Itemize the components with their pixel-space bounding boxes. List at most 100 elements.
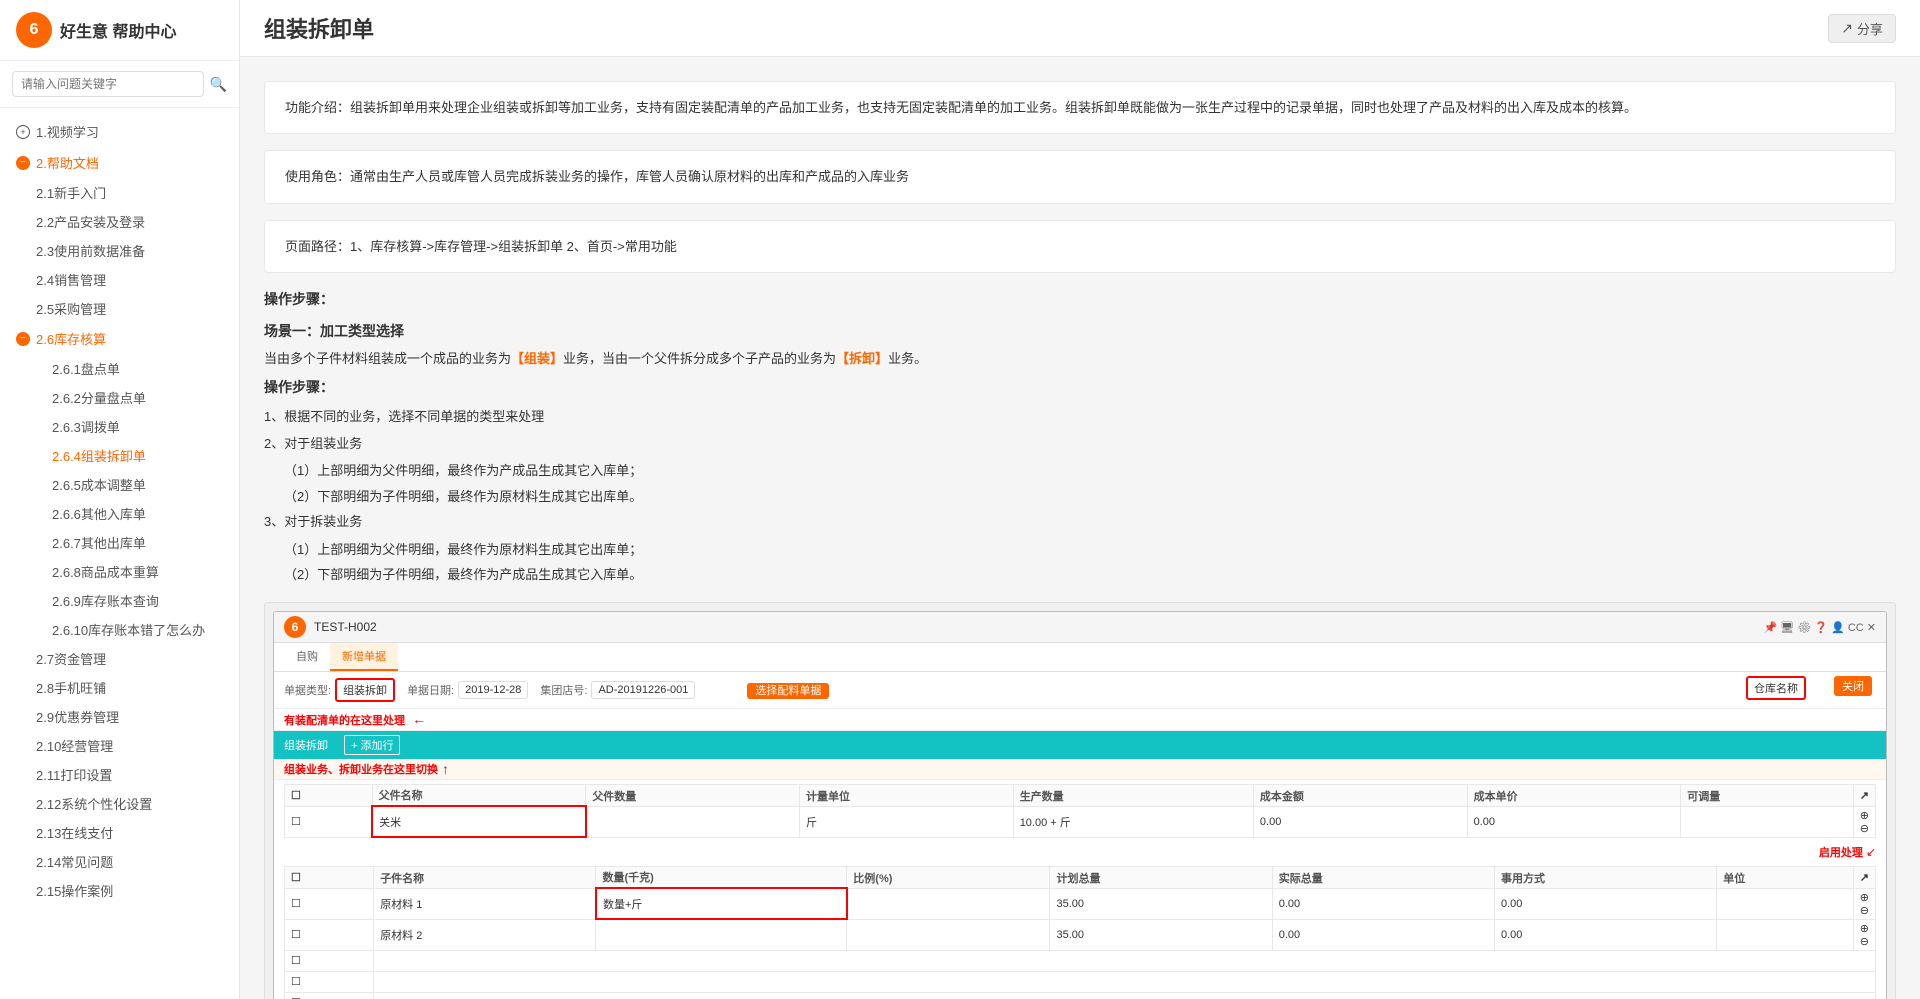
mock-section-header: 组装拆卸 + 添加行	[274, 731, 1886, 759]
path-text: 页面路径：1、库存核算->库存管理->组装拆卸单 2、首页->常用功能	[285, 235, 1875, 258]
sidebar-item-sales[interactable]: 2.4销售管理	[0, 265, 239, 294]
sidebar-item-coupon[interactable]: 2.9优惠券管理	[0, 702, 239, 731]
sidebar-item-print[interactable]: 2.11打印设置	[0, 760, 239, 789]
sidebar-item-adjust[interactable]: 2.6.3调拨单	[0, 412, 239, 441]
mock-tab-self[interactable]: 自购	[284, 643, 330, 671]
disassembly-link: 【拆卸】	[836, 351, 888, 366]
mock-confirm-btn[interactable]: 关闭	[1834, 676, 1872, 696]
step-1: 1、根据不同的业务，选择不同单据的类型来处理	[264, 405, 1896, 428]
mock-th-actual-total: 实际总量	[1272, 867, 1494, 889]
mock-type-value[interactable]: 组装拆卸	[335, 678, 395, 702]
search-box: 🔍	[0, 61, 239, 108]
mock-td-unit1: 斤	[800, 806, 1014, 837]
mock-date-label: 单据日期:	[407, 682, 454, 698]
sidebar-item-stockerror[interactable]: 2.6.10库存账本错了怎么办	[0, 615, 239, 644]
step-2-2: （2）下部明细为子件明细，最终作为原材料生成其它出库单。	[264, 485, 1896, 508]
role-info-block: 使用角色：通常由生产人员或库管人员完成拆装业务的操作，库管人员确认原材料的出库和…	[264, 150, 1896, 203]
sidebar-item-data[interactable]: 2.3使用前数据准备	[0, 236, 239, 265]
mock-th-prod-qty: 生产数量	[1013, 785, 1253, 807]
mock-td-adj1	[1681, 806, 1854, 837]
mock-th-sub-unit: 单位	[1717, 867, 1854, 889]
role-text: 使用角色：通常由生产人员或库管人员完成拆装业务的操作，库管人员确认原材料的出库和…	[285, 165, 1875, 188]
mock-date-value[interactable]: 2019-12-28	[458, 681, 528, 699]
mock-th-sub-name: 子件名称	[374, 867, 596, 889]
sidebar-item-stocktake[interactable]: 2.6.1盘点单	[0, 354, 239, 383]
collapse-inventory-icon: −	[16, 332, 30, 346]
sidebar-item-docs[interactable]: − 2.帮助文档	[0, 147, 239, 178]
ops-title: 操作步骤：	[264, 289, 1896, 309]
mock-annotation3: 启用处理	[1819, 847, 1863, 859]
mock-title: TEST-H002	[314, 620, 377, 634]
screenshot-container: 6 TEST-H002 📌 🖥 ⚙ ❓ 👤 CC ✕ 自购 新增单据	[264, 602, 1896, 999]
sidebar-item-cases[interactable]: 2.15操作案例	[0, 876, 239, 905]
ops-section: 操作步骤： 场景一：加工类型选择 当由多个子件材料组装成一个成品的业务为【组装】…	[264, 289, 1896, 999]
sidebar-item-finance[interactable]: 2.7资金管理	[0, 644, 239, 673]
path-info-block: 页面路径：1、库存核算->库存管理->组装拆卸单 2、首页->常用功能	[264, 220, 1896, 273]
mock-td-costprice1: 0.00	[1467, 806, 1681, 837]
scene-desc: 当由多个子件材料组装成一个成品的业务为【组装】业务，当由一个父件拆分成多个子产品…	[264, 347, 1896, 370]
mock-type-label: 单据类型:	[284, 682, 331, 698]
sidebar-item-install[interactable]: 2.2产品安装及登录	[0, 207, 239, 236]
search-icon[interactable]: 🔍	[210, 76, 227, 93]
mock-th-cost-price: 成本单价	[1467, 785, 1681, 807]
sidebar-item-operation[interactable]: 2.10经营管理	[0, 731, 239, 760]
sidebar-header: 6 好生意 帮助中心	[0, 0, 239, 61]
mock-td-sub1: 原材料 1	[374, 888, 596, 919]
mock-td-costamt1: 0.00	[1253, 806, 1467, 837]
main-header: 组装拆卸单 ↗ 分享	[240, 0, 1920, 57]
sidebar-item-video[interactable]: + 1.视频学习	[0, 116, 239, 147]
mock-th-parent-qty: 父件数量	[586, 785, 800, 807]
sidebar-item-partstock[interactable]: 2.6.2分量盘点单	[0, 383, 239, 412]
mock-lower-table: ☐ 子件名称 数量(千克) 比例(%) 计划总量 实际总量 事用方式 单位 ↗	[284, 866, 1876, 999]
mock-tab-new[interactable]: 新增单据	[330, 643, 398, 671]
mock-td-name1: 关米	[372, 806, 586, 837]
sidebar-item-assembly[interactable]: 2.6.4组装拆卸单	[0, 441, 239, 470]
sidebar-item-stockcheck[interactable]: 2.6.9库存账本查询	[0, 586, 239, 615]
mock-td-subqty1: 数量+斤	[596, 888, 847, 919]
mock-th-usage: 事用方式	[1495, 867, 1717, 889]
mock-number-value[interactable]: AD-20191226-001	[591, 681, 695, 699]
app-name: 好生意 帮助中心	[60, 18, 176, 42]
mock-select-btn[interactable]: 选择配料单据	[747, 683, 829, 699]
mock-th-plan-total: 计划总量	[1050, 867, 1272, 889]
sidebar-item-mobile[interactable]: 2.8手机旺铺	[0, 673, 239, 702]
mock-upper-table: ☐ 父件名称 父件数量 计量单位 生产数量 成本金额 成本单价 可调量 ↗	[284, 784, 1876, 838]
main-content: 组装拆卸单 ↗ 分享 功能介绍：组装拆卸单用来处理企业组装或拆卸等加工业务，支持…	[240, 0, 1920, 999]
mock-add-row[interactable]: + 添加行	[344, 735, 400, 755]
mock-td-sub2: 原材料 2	[374, 919, 596, 950]
sidebar-item-outbound[interactable]: 2.6.7其他出库单	[0, 528, 239, 557]
assembly-link: 【组装】	[511, 351, 563, 366]
mock-td-prodqty1: 10.00 + 斤	[1013, 806, 1253, 837]
sidebar-item-customize[interactable]: 2.12系统个性化设置	[0, 789, 239, 818]
sidebar-item-beginner[interactable]: 2.1新手入门	[0, 178, 239, 207]
feature-text: 功能介绍：组装拆卸单用来处理企业组装或拆卸等加工业务，支持有固定装配清单的产品加…	[285, 96, 1875, 119]
sidebar-item-inventory[interactable]: − 2.6库存核算	[0, 323, 239, 354]
step-2: 2、对于组装业务	[264, 432, 1896, 455]
step-2-1: （1）上部明细为父件明细，最终作为产成品生成其它入库单；	[264, 459, 1896, 482]
ops-steps-title: 操作步骤：	[264, 377, 1896, 397]
mock-th-adj: 可调量	[1681, 785, 1854, 807]
mock-th-unit: 计量单位	[800, 785, 1014, 807]
sidebar-item-purchase[interactable]: 2.5采购管理	[0, 294, 239, 323]
sidebar-item-inbound[interactable]: 2.6.6其他入库单	[0, 499, 239, 528]
main-body: 功能介绍：组装拆卸单用来处理企业组装或拆卸等加工业务，支持有固定装配清单的产品加…	[240, 57, 1920, 999]
mock-annotation2: 组装业务、拆卸业务在这里切换	[284, 761, 438, 777]
collapse-icon: −	[16, 156, 30, 170]
sidebar-item-cost[interactable]: 2.6.5成本调整单	[0, 470, 239, 499]
page-title: 组装拆卸单	[264, 12, 374, 44]
sidebar-item-payment[interactable]: 2.13在线支付	[0, 818, 239, 847]
mock-icons: 📌 🖥 ⚙ ❓ 👤 CC ✕	[1764, 621, 1876, 634]
search-input[interactable]	[12, 71, 204, 97]
mock-th-sub-qty: 数量(千克)	[596, 867, 847, 889]
mock-warehouse-input[interactable]: 仓库名称	[1746, 676, 1806, 700]
expand-icon: +	[16, 125, 30, 139]
share-button[interactable]: ↗ 分享	[1828, 14, 1896, 43]
step-3: 3、对于拆装业务	[264, 510, 1896, 533]
mock-number-label: 集团店号:	[540, 682, 587, 698]
sidebar-item-faq[interactable]: 2.14常见问题	[0, 847, 239, 876]
mock-th-parent-name: 父件名称	[372, 785, 586, 807]
sidebar-item-costrecalc[interactable]: 2.6.8商品成本重算	[0, 557, 239, 586]
scene-title: 场景一：加工类型选择	[264, 321, 1896, 341]
feature-info-block: 功能介绍：组装拆卸单用来处理企业组装或拆卸等加工业务，支持有固定装配清单的产品加…	[264, 81, 1896, 134]
sidebar: 6 好生意 帮助中心 🔍 + 1.视频学习 − 2.帮助文档 2.1新手入门 2…	[0, 0, 240, 999]
